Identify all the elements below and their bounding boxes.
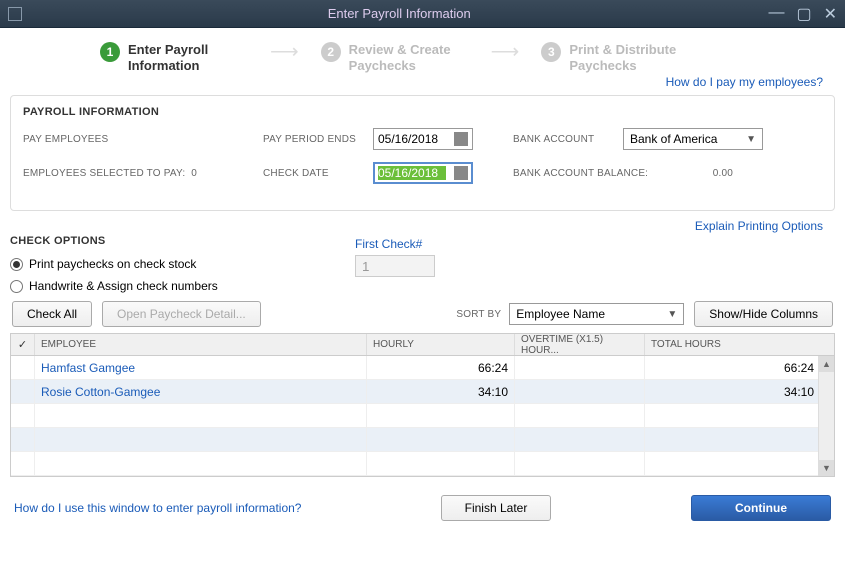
radio-icon[interactable] xyxy=(10,258,23,271)
step-3-label: Print & DistributePaychecks xyxy=(569,42,689,73)
arrow-icon: ⟶ xyxy=(270,42,299,62)
table-row[interactable] xyxy=(11,404,834,428)
employee-table: EMPLOYEE HOURLY OVERTIME (X1.5) HOUR... … xyxy=(10,333,835,477)
employees-selected-label: EMPLOYEES SELECTED TO PAY: xyxy=(23,168,185,179)
check-icon xyxy=(18,338,27,351)
payroll-info-panel: PAYROLL INFORMATION PAY EMPLOYEES PAY PE… xyxy=(10,95,835,211)
col-check[interactable] xyxy=(11,334,35,355)
row-check[interactable] xyxy=(11,356,35,379)
scroll-up-icon[interactable]: ▲ xyxy=(819,356,834,372)
table-header: EMPLOYEE HOURLY OVERTIME (X1.5) HOUR... … xyxy=(11,334,834,356)
maximize-button[interactable]: ▢ xyxy=(796,4,811,24)
table-body: Hamfast Gamgee 66:24 66:24 Rosie Cotton-… xyxy=(11,356,834,476)
finish-later-button[interactable]: Finish Later xyxy=(441,495,551,521)
radio-handwrite-label: Handwrite & Assign check numbers xyxy=(29,279,218,293)
check-date-input[interactable] xyxy=(373,162,473,184)
sort-by-select[interactable]: Employee Name ▼ xyxy=(509,303,684,325)
col-employee[interactable]: EMPLOYEE xyxy=(35,334,367,355)
check-options-section: CHECK OPTIONS Print paychecks on check s… xyxy=(10,235,835,293)
col-hourly[interactable]: HOURLY xyxy=(367,334,515,355)
hourly-cell[interactable]: 66:24 xyxy=(367,356,515,379)
total-cell: 66:24 xyxy=(645,356,834,379)
bank-account-select[interactable]: Bank of America ▼ xyxy=(623,128,763,150)
payroll-info-title: PAYROLL INFORMATION xyxy=(23,106,822,118)
help-window-link[interactable]: How do I use this window to enter payrol… xyxy=(14,501,301,515)
table-scrollbar[interactable]: ▲ ▼ xyxy=(818,356,834,476)
radio-icon[interactable] xyxy=(10,280,23,293)
close-button[interactable]: ✕ xyxy=(824,4,837,24)
step-2-number: 2 xyxy=(321,42,341,62)
arrow-icon: ⟶ xyxy=(491,42,520,62)
table-row[interactable] xyxy=(11,452,834,476)
first-check-link[interactable]: First Check# xyxy=(355,237,435,251)
col-total[interactable]: TOTAL HOURS xyxy=(645,334,834,355)
bank-balance-label: BANK ACCOUNT BALANCE: xyxy=(513,168,663,179)
check-all-button[interactable]: Check All xyxy=(12,301,92,327)
calendar-icon[interactable] xyxy=(454,132,468,146)
window-title: Enter Payroll Information xyxy=(30,6,768,21)
step-3-number: 3 xyxy=(541,42,561,62)
minimize-button[interactable]: — xyxy=(768,4,784,24)
calendar-icon[interactable] xyxy=(454,166,468,180)
step-2-label: Review & CreatePaychecks xyxy=(349,42,469,73)
show-hide-columns-button[interactable]: Show/Hide Columns xyxy=(694,301,833,327)
open-paycheck-detail-button[interactable]: Open Paycheck Detail... xyxy=(102,301,261,327)
footer-bar: How do I use this window to enter payrol… xyxy=(10,495,835,521)
bank-account-label: BANK ACCOUNT xyxy=(513,134,613,145)
sort-by-value: Employee Name xyxy=(516,307,605,321)
hourly-cell[interactable]: 34:10 xyxy=(367,380,515,403)
total-cell: 34:10 xyxy=(645,380,834,403)
pay-period-ends-field[interactable] xyxy=(378,132,446,146)
bank-balance-value: 0.00 xyxy=(673,168,733,179)
first-check-input[interactable] xyxy=(355,255,435,277)
check-date-field[interactable] xyxy=(378,166,446,180)
overtime-cell[interactable] xyxy=(515,380,645,403)
step-print-distribute: 3 Print & DistributePaychecks xyxy=(541,42,689,73)
window-controls: — ▢ ✕ xyxy=(768,4,837,24)
table-row[interactable]: Rosie Cotton-Gamgee 34:10 34:10 xyxy=(11,380,834,404)
table-toolbar: Check All Open Paycheck Detail... SORT B… xyxy=(12,301,833,327)
scroll-down-icon[interactable]: ▼ xyxy=(819,460,834,476)
chevron-down-icon: ▼ xyxy=(746,134,756,145)
pay-period-ends-label: PAY PERIOD ENDS xyxy=(263,134,363,145)
employee-name-link[interactable]: Hamfast Gamgee xyxy=(35,356,367,379)
table-row[interactable] xyxy=(11,428,834,452)
continue-button[interactable]: Continue xyxy=(691,495,831,521)
step-enter-payroll: 1 Enter PayrollInformation xyxy=(100,42,248,73)
row-check[interactable] xyxy=(11,380,35,403)
table-row[interactable]: Hamfast Gamgee 66:24 66:24 xyxy=(11,356,834,380)
employee-name-link[interactable]: Rosie Cotton-Gamgee xyxy=(35,380,367,403)
check-date-label: CHECK DATE xyxy=(263,168,363,179)
help-pay-employees-link[interactable]: How do I pay my employees? xyxy=(10,75,823,89)
explain-printing-link[interactable]: Explain Printing Options xyxy=(10,219,823,233)
pay-period-ends-input[interactable] xyxy=(373,128,473,150)
step-1-number: 1 xyxy=(100,42,120,62)
step-review-create: 2 Review & CreatePaychecks xyxy=(321,42,469,73)
wizard-steps: 1 Enter PayrollInformation ⟶ 2 Review & … xyxy=(10,36,835,73)
window-menu-icon[interactable] xyxy=(8,7,22,21)
chevron-down-icon: ▼ xyxy=(667,309,677,320)
bank-account-value: Bank of America xyxy=(630,132,717,146)
step-1-label: Enter PayrollInformation xyxy=(128,42,248,73)
sort-by-label: SORT BY xyxy=(456,309,501,320)
radio-print-label: Print paychecks on check stock xyxy=(29,257,196,271)
radio-handwrite[interactable]: Handwrite & Assign check numbers xyxy=(10,279,835,293)
overtime-cell[interactable] xyxy=(515,356,645,379)
col-overtime[interactable]: OVERTIME (X1.5) HOUR... xyxy=(515,334,645,355)
title-bar: Enter Payroll Information — ▢ ✕ xyxy=(0,0,845,28)
pay-employees-label: PAY EMPLOYEES xyxy=(23,134,253,145)
employees-selected-value: 0 xyxy=(191,168,197,179)
